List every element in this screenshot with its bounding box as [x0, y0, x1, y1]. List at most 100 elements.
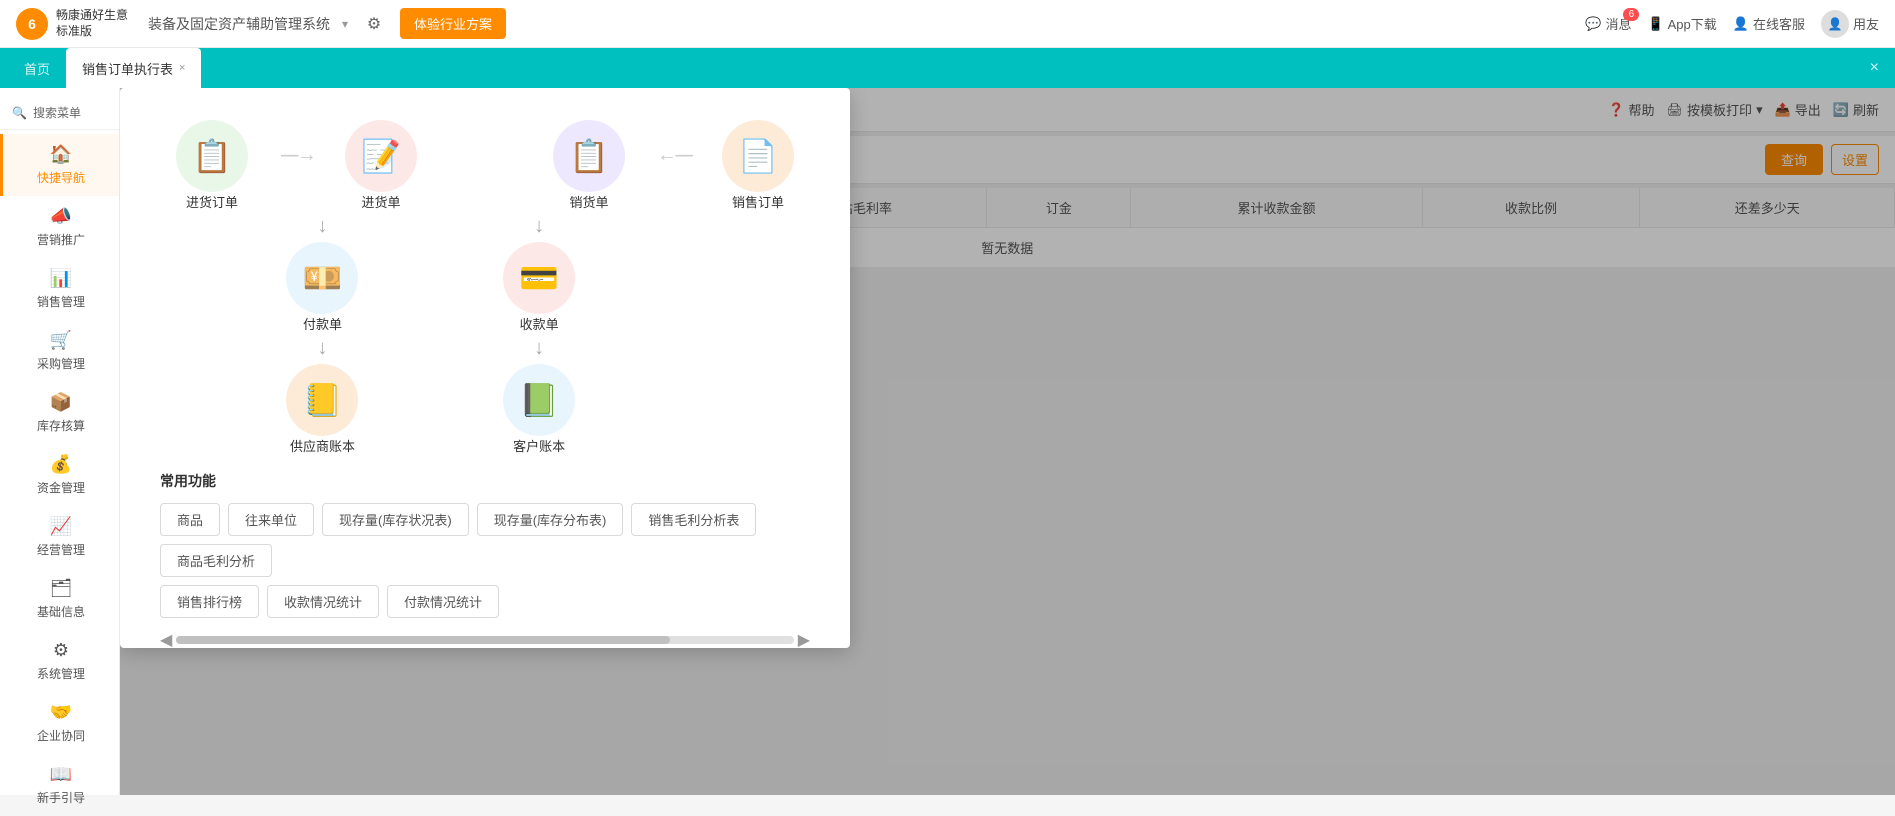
purchase-slip-icon: 📝	[361, 137, 401, 175]
common-functions-section: 常用功能 商品 往来单位 现存量(库存状况表) 现存量(库存分布表) 销售毛利分…	[160, 471, 810, 618]
online-service-label: 在线客服	[1753, 14, 1805, 33]
func-btn-goods-profit[interactable]: 商品毛利分析	[160, 544, 272, 577]
sales-icon: 📊	[50, 268, 72, 289]
app-download-label: App下载	[1668, 14, 1717, 33]
sidebar-item-system[interactable]: ⚙ 系统管理	[0, 630, 119, 692]
sidebar-item-quick-nav[interactable]: 🏠 快捷导航	[0, 134, 119, 196]
sidebar: 🔍 搜索菜单 🏠 快捷导航 📣 营销推广 📊 销售管理 🛒 采购管理 📦 库存核…	[0, 88, 120, 795]
tab-sales-order[interactable]: 销售订单执行表 ×	[66, 48, 201, 88]
modal-box: 📋 进货订单 - - - - → 📝 进货单	[120, 88, 850, 648]
sidebar-item-inventory[interactable]: 📦 库存核算	[0, 382, 119, 444]
flow-purchase-slip[interactable]: 📝 进货单	[345, 120, 417, 211]
arrow-down-sales: ↓	[534, 215, 544, 238]
scrollbar-track[interactable]	[176, 636, 793, 644]
flow-row-1: 📋 进货订单 - - - - → 📝 进货单	[160, 120, 810, 211]
message-icon: 💬	[1585, 16, 1601, 32]
sales-order-icon: 📄	[738, 137, 778, 175]
payment-circle: 💴	[286, 242, 358, 314]
purchase-order-icon: 📋	[192, 137, 232, 175]
func-buttons-row-2: 销售排行榜 收款情况统计 付款情况统计	[160, 585, 810, 618]
supplier-ledger-icon: 📒	[303, 381, 343, 419]
scroll-right-icon[interactable]: ▶	[798, 630, 810, 648]
app-download-item[interactable]: 📱 App下载	[1647, 14, 1716, 33]
supplier-ledger-circle: 📒	[286, 364, 358, 436]
service-icon: 👤	[1733, 16, 1749, 32]
func-btn-payment-stats[interactable]: 付款情况统计	[387, 585, 499, 618]
system-dropdown-btn[interactable]: ▾	[342, 17, 348, 31]
receipt-icon: 💳	[519, 259, 559, 297]
purchase-slip-circle: 📝	[345, 120, 417, 192]
nav-tabs: 首页 销售订单执行表 × ×	[0, 48, 1895, 88]
logo-icon: 6	[16, 8, 48, 40]
flow-receipt[interactable]: 💳 收款单	[503, 242, 575, 333]
flow-payment[interactable]: 💴 付款单	[286, 242, 358, 333]
tab-home[interactable]: 首页	[8, 48, 66, 88]
search-menu-item[interactable]: 🔍 搜索菜单	[0, 96, 119, 130]
sidebar-item-sales[interactable]: 📊 销售管理	[0, 258, 119, 320]
home-icon: 🏠	[50, 144, 72, 165]
sidebar-item-finance[interactable]: 💰 资金管理	[0, 444, 119, 506]
arrow-down-purchase: ↓	[317, 215, 327, 238]
func-btn-receipt-stats[interactable]: 收款情况统计	[267, 585, 379, 618]
inventory-icon: 📦	[50, 392, 72, 413]
func-btn-sales-profit[interactable]: 销售毛利分析表	[631, 503, 756, 536]
purchase-slip-label: 进货单	[361, 192, 400, 211]
func-btn-counterparty[interactable]: 往来单位	[228, 503, 314, 536]
guide-icon: 📖	[50, 764, 72, 785]
tab-close-icon[interactable]: ×	[179, 62, 185, 74]
online-service-item[interactable]: 👤 在线客服	[1733, 14, 1805, 33]
flow-sales-slip[interactable]: 📋 销货单	[553, 120, 625, 211]
sidebar-item-purchase[interactable]: 🛒 采购管理	[0, 320, 119, 382]
func-btn-goods[interactable]: 商品	[160, 503, 220, 536]
settings-icon-btn[interactable]: ⚙	[360, 10, 388, 38]
header-right: 💬 消息 6 📱 App下载 👤 在线客服 👤 用友	[1585, 10, 1879, 38]
payment-icon: 💴	[303, 259, 343, 297]
flow-sales-order[interactable]: 📄 销售订单	[722, 120, 794, 211]
top-header: 6 畅康通好生意 标准版 装备及固定资产辅助管理系统 ▾ ⚙ 体验行业方案 💬 …	[0, 0, 1895, 48]
arrow-down-receipt: ↓	[534, 337, 544, 360]
user-avatar: 👤	[1821, 10, 1849, 38]
sidebar-item-basics[interactable]: 🗂 基础信息	[0, 568, 119, 630]
arrow-h-2: ← - - - -	[657, 144, 690, 187]
sidebar-item-marketing[interactable]: 📣 营销推广	[0, 196, 119, 258]
message-badge: 6	[1623, 8, 1639, 21]
scroll-left-icon[interactable]: ◀	[160, 630, 172, 648]
common-functions-title: 常用功能	[160, 471, 810, 491]
enterprise-icon: 🤝	[50, 702, 72, 723]
content-area: ❓ 帮助 🖨 按模板打印 ▾ 📤 导出 🔄 刷新	[120, 88, 1895, 795]
flow-row-2: ↓ ↓	[160, 215, 810, 238]
main-layout: 🔍 搜索菜单 🏠 快捷导航 📣 营销推广 📊 销售管理 🛒 采购管理 📦 库存核…	[0, 88, 1895, 795]
modal-overlay[interactable]: 📋 进货订单 - - - - → 📝 进货单	[120, 88, 1895, 795]
sales-slip-icon: 📋	[569, 137, 609, 175]
logo-area: 6 畅康通好生意 标准版	[16, 8, 136, 40]
user-item[interactable]: 👤 用友	[1821, 10, 1879, 38]
user-label: 用友	[1853, 14, 1879, 33]
sidebar-item-guide[interactable]: 📖 新手引导	[0, 754, 119, 816]
sidebar-item-operations[interactable]: 📈 经营管理	[0, 506, 119, 568]
operations-icon: 📈	[50, 516, 72, 537]
customer-ledger-circle: 📗	[503, 364, 575, 436]
func-buttons-row-1: 商品 往来单位 现存量(库存状况表) 现存量(库存分布表) 销售毛利分析表 商品…	[160, 503, 810, 577]
close-all-tabs-icon[interactable]: ×	[1862, 59, 1887, 77]
customer-ledger-label: 客户账本	[513, 436, 565, 455]
func-btn-sales-rank[interactable]: 销售排行榜	[160, 585, 259, 618]
flow-supplier-ledger[interactable]: 📒 供应商账本	[286, 364, 358, 455]
receipt-label: 收款单	[520, 314, 559, 333]
modal-scrollbar[interactable]: ◀ ▶	[160, 630, 810, 648]
flow-purchase-order[interactable]: 📋 进货订单	[176, 120, 248, 211]
purchase-icon: 🛒	[50, 330, 72, 351]
sidebar-item-enterprise[interactable]: 🤝 企业协同	[0, 692, 119, 754]
customer-ledger-icon: 📗	[519, 381, 559, 419]
func-btn-stock-dist[interactable]: 现存量(库存分布表)	[477, 503, 624, 536]
flow-customer-ledger[interactable]: 📗 客户账本	[503, 364, 575, 455]
flow-row-3: 💴 付款单 💳 收款单	[160, 242, 810, 333]
search-icon: 🔍	[12, 106, 27, 120]
trial-button[interactable]: 体验行业方案	[400, 8, 506, 39]
message-icon-item[interactable]: 💬 消息 6	[1585, 14, 1631, 33]
purchase-order-label: 进货订单	[186, 192, 238, 211]
func-btn-stock-status[interactable]: 现存量(库存状况表)	[322, 503, 469, 536]
flow-row-4: ↓ ↓	[160, 337, 810, 360]
sales-slip-label: 销货单	[570, 192, 609, 211]
payment-label: 付款单	[303, 314, 342, 333]
system-icon: ⚙	[53, 640, 69, 661]
